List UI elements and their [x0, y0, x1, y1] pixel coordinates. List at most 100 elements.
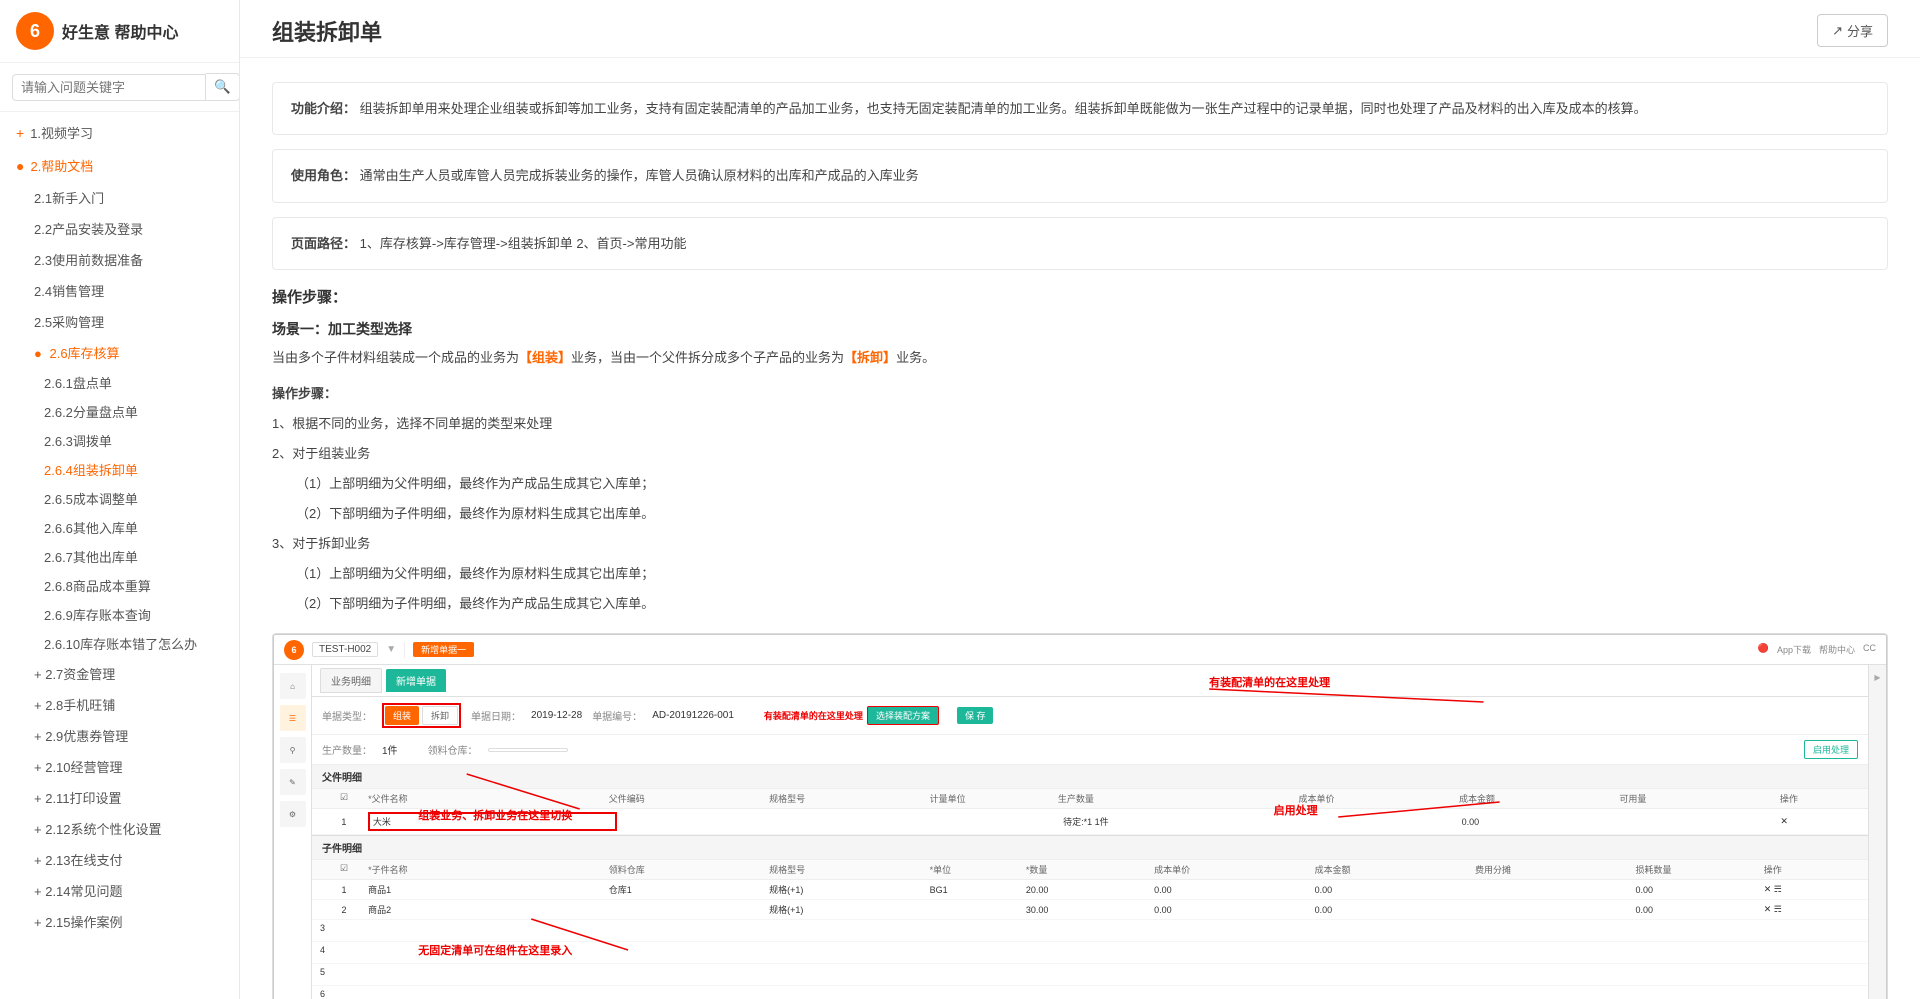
mock-lower-col-spec: 规格型号	[769, 863, 929, 876]
mock-warehouse-input[interactable]	[488, 748, 568, 752]
step2-text: 2、对于组装业务	[272, 441, 1888, 467]
mock-new-order-btn[interactable]: 新增单据一	[413, 642, 474, 657]
mock-lower-table: 子件明细 ☑ *子件名称 领料仓库 规格型号 *单位 *数量 成本单价 成本金额	[312, 836, 1868, 999]
sidebar-item-label: 1.视频学习	[30, 123, 93, 142]
mock-col-code: 父件编码	[609, 792, 769, 805]
mock-tab-new[interactable]: 新增单据	[386, 669, 446, 692]
search-input[interactable]	[12, 74, 206, 101]
mock-type-btn-assemble[interactable]: 组装	[385, 706, 419, 725]
sidebar-item-docs-2-10[interactable]: + 2.10经营管理	[0, 751, 239, 782]
sidebar-item-label: 2.14常见问题	[45, 884, 122, 899]
feature-intro-text: 组装拆卸单用来处理企业组装或拆卸等加工业务，支持有固定装配清单的产品加工业务，也…	[360, 101, 1647, 116]
search-bar: 🔍	[0, 63, 239, 112]
sidebar-item-docs-2-12[interactable]: + 2.12系统个性化设置	[0, 813, 239, 844]
mock-lower-col-unit: *单位	[930, 863, 1026, 876]
mock-type-btn-group: 组装 拆卸	[382, 703, 461, 728]
sidebar-item-docs-2-6-8[interactable]: 2.6.8商品成本重算	[0, 571, 239, 600]
share-button[interactable]: ↗ 分享	[1817, 14, 1888, 47]
mock-row-qty: 待定:*1 1件	[1063, 815, 1302, 828]
mock-bell-icon: 🔴	[1758, 643, 1769, 656]
mock-lower-col-name: *子件名称	[368, 863, 609, 876]
sidebar-item-docs-2-6-5[interactable]: 2.6.5成本调整单	[0, 484, 239, 513]
search-button[interactable]: 🔍	[206, 73, 240, 101]
sidebar-item-docs-2-8[interactable]: + 2.8手机旺铺	[0, 689, 239, 720]
ops-steps-text: 操作步骤： 1、根据不同的业务，选择不同单据的类型来处理 2、对于组装业务 （1…	[272, 381, 1888, 617]
mock-save-btn[interactable]: 保 存	[957, 707, 994, 724]
mock-process-annotation: 有装配清单的在这里处理	[764, 709, 863, 722]
mock-form-row: 单据类型： 组装 拆卸 单据日期： 2019-12-28 单据编号： AD-20…	[312, 697, 1868, 735]
path-label: 页面路径：	[291, 236, 356, 251]
sidebar-item-video[interactable]: + 1.视频学习	[0, 116, 239, 149]
mock-type-label: 单据类型：	[322, 708, 372, 723]
sidebar-item-docs-2-6-3[interactable]: 2.6.3调拨单	[0, 426, 239, 455]
sidebar-item-label: 2.5采购管理	[34, 315, 104, 330]
mock-col-price: 成本单价	[1299, 792, 1459, 805]
step3-1-text: （1）上部明细为父件明细，最终作为原材料生成其它出库单；	[272, 561, 1888, 587]
mock-topbar-icons: 🔴 App下载 帮助中心 CC	[1758, 643, 1876, 656]
sidebar-item-label: 2.1新手入门	[34, 191, 104, 206]
sidebar-item-label: 2.8手机旺铺	[45, 698, 115, 713]
mock-lower-table-label: 子件明细	[312, 836, 1868, 860]
mock-row-op: ✕	[1780, 816, 1860, 827]
mock-col-amount: 成本金额	[1459, 792, 1619, 805]
expand-icon: +	[34, 884, 42, 899]
mock-col-name: *父件名称	[368, 792, 609, 805]
sidebar-item-docs-2-14[interactable]: + 2.14常见问题	[0, 875, 239, 906]
sidebar-item-docs-2-6[interactable]: ● 2.6库存核算	[0, 337, 239, 368]
mock-type-btn-disassemble[interactable]: 拆卸	[422, 706, 458, 725]
scene1-desc: 当由多个子件材料组装成一个成品的业务为【组装】业务，当由一个父件拆分成多个子产品…	[272, 345, 1888, 371]
sidebar-item-docs-2-6-6[interactable]: 2.6.6其他入库单	[0, 513, 239, 542]
sidebar-item-docs-2-9[interactable]: + 2.9优惠券管理	[0, 720, 239, 751]
sidebar-item-docs-2-11[interactable]: + 2.11打印设置	[0, 782, 239, 813]
sidebar-item-docs-2-6-10[interactable]: 2.6.10库存账本错了怎么办	[0, 629, 239, 658]
mock-sidebar-icon-2: ☰	[280, 705, 306, 731]
expand-icon: +	[16, 125, 24, 141]
mock-lower-row-2: 2 商品2 规格(+1) 30.00 0.00 0.00 0.00 ✕ ☴	[312, 900, 1868, 920]
mock-col-check: ☑	[320, 792, 368, 805]
mock-warehouse-label: 领料仓库：	[428, 742, 478, 757]
mock-lower-col-allot: 费用分摊	[1475, 863, 1635, 876]
sidebar-item-docs[interactable]: ● 2.帮助文档	[0, 149, 239, 182]
sidebar-item-docs-2-6-7[interactable]: 2.6.7其他出库单	[0, 542, 239, 571]
mock-col-unit: 计量单位	[930, 792, 1058, 805]
page-title: 组装拆卸单	[272, 15, 382, 47]
mock-lower-row-5: 5	[312, 964, 1868, 986]
sidebar-item-docs-2-15[interactable]: + 2.15操作案例	[0, 906, 239, 937]
sidebar-item-docs-2-7[interactable]: + 2.7资金管理	[0, 658, 239, 689]
mock-upper-table-label: 父件明细	[312, 765, 1868, 789]
mock-select-plan-btn[interactable]: 选择装配方案	[867, 706, 939, 725]
sidebar-item-docs-2-5[interactable]: 2.5采购管理	[0, 306, 239, 337]
sidebar-item-docs-2-4[interactable]: 2.4销售管理	[0, 275, 239, 306]
content-area: 功能介绍： 组装拆卸单用来处理企业组装或拆卸等加工业务，支持有固定装配清单的产品…	[240, 58, 1920, 999]
mock-user: CC	[1863, 643, 1876, 656]
mock-upper-table: 父件明细 ☑ *父件名称 父件编码 规格型号 计量单位 生产数量 成本单价 成本…	[312, 765, 1868, 836]
mock-content: 业务明细 新增单据 单据类型： 组装 拆卸 单据日期：	[312, 665, 1868, 999]
mock-app-download: App下载	[1777, 643, 1811, 656]
sidebar-item-docs-2-6-2[interactable]: 2.6.2分量盘点单	[0, 397, 239, 426]
sidebar-item-label: 2.13在线支付	[45, 853, 122, 868]
step1-text: 1、根据不同的业务，选择不同单据的类型来处理	[272, 411, 1888, 437]
mock-row-name: 大米	[368, 812, 617, 831]
mock-qty-label: 生产数量：	[322, 742, 372, 757]
ops-label: 操作步骤：	[272, 286, 1888, 307]
expand-icon: +	[34, 698, 42, 713]
sidebar-item-docs-2-6-4[interactable]: 2.6.4组装拆卸单	[0, 455, 239, 484]
mock-lower-row-1: 1 商品1 仓库1 规格(+1) BG1 20.00 0.00 0.00 0.0…	[312, 880, 1868, 900]
sidebar-item-docs-2-13[interactable]: + 2.13在线支付	[0, 844, 239, 875]
sidebar-item-docs-2-6-9[interactable]: 2.6.9库存账本查询	[0, 600, 239, 629]
sidebar-item-label: 2.6库存核算	[49, 346, 119, 361]
sidebar-item-docs-2-6-1[interactable]: 2.6.1盘点单	[0, 368, 239, 397]
sidebar-item-label: 2.15操作案例	[45, 915, 122, 930]
sidebar-item-docs-2-3[interactable]: 2.3使用前数据准备	[0, 244, 239, 275]
mock-lower-col-loss: 损耗数量	[1635, 863, 1763, 876]
sidebar-item-docs-2-2[interactable]: 2.2产品安装及登录	[0, 213, 239, 244]
role-block: 使用角色： 通常由生产人员或库管人员完成拆装业务的操作，库管人员确认原材料的出库…	[272, 149, 1888, 202]
mock-enable-btn[interactable]: 启用处理	[1804, 740, 1858, 759]
collapse-icon: ●	[16, 158, 24, 174]
app-title: 好生意 帮助中心	[62, 19, 178, 43]
sidebar-item-docs-2-1[interactable]: 2.1新手入门	[0, 182, 239, 213]
mock-tab-list[interactable]: 业务明细	[320, 668, 382, 693]
sidebar-item-label: 2.6.3调拨单	[44, 434, 112, 449]
mock-col-qty: 生产数量	[1058, 792, 1299, 805]
mock-sidebar-icon-3: ⚲	[280, 737, 306, 763]
